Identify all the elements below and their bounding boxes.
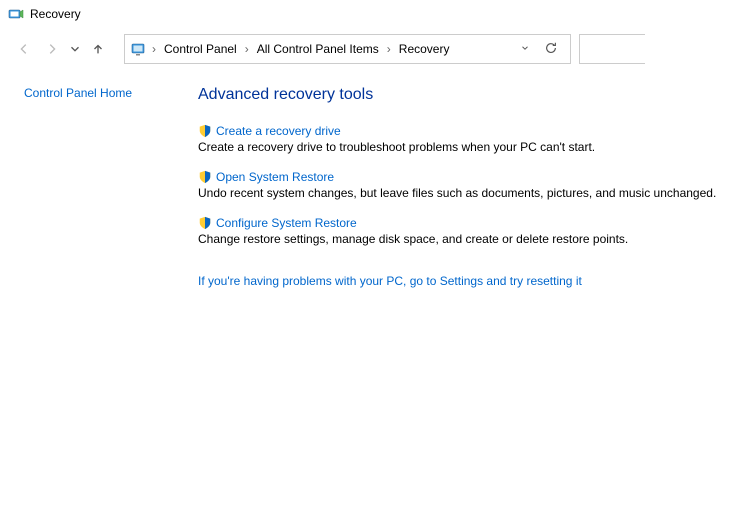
tool-description: Change restore settings, manage disk spa…	[198, 232, 730, 246]
forward-button[interactable]	[40, 37, 64, 61]
breadcrumb-item[interactable]: All Control Panel Items	[252, 40, 384, 58]
chevron-right-icon: ›	[151, 42, 157, 56]
reset-pc-link[interactable]: If you're having problems with your PC, …	[198, 274, 582, 288]
address-bar[interactable]: › Control Panel › All Control Panel Item…	[124, 34, 571, 64]
create-recovery-drive-link[interactable]: Create a recovery drive	[216, 124, 341, 138]
tool-item-open-system-restore: Open System Restore Undo recent system c…	[198, 170, 730, 200]
up-button[interactable]	[86, 37, 110, 61]
open-system-restore-link[interactable]: Open System Restore	[216, 170, 334, 184]
tool-item-create-recovery-drive: Create a recovery drive Create a recover…	[198, 124, 730, 154]
title-bar: Recovery	[0, 0, 750, 28]
chevron-right-icon: ›	[244, 42, 250, 56]
tool-description: Create a recovery drive to troubleshoot …	[198, 140, 730, 154]
recovery-icon	[8, 6, 24, 22]
window-title: Recovery	[30, 7, 81, 21]
chevron-right-icon: ›	[386, 42, 392, 56]
shield-icon	[198, 170, 212, 184]
content-area: Control Panel Home Advanced recovery too…	[0, 70, 750, 288]
tool-item-configure-system-restore: Configure System Restore Change restore …	[198, 216, 730, 246]
back-button[interactable]	[12, 37, 36, 61]
address-dropdown-button[interactable]	[516, 38, 534, 60]
control-panel-icon	[131, 41, 147, 57]
breadcrumb: Control Panel › All Control Panel Items …	[159, 40, 514, 58]
shield-icon	[198, 216, 212, 230]
search-input[interactable]	[579, 34, 645, 64]
side-panel: Control Panel Home	[0, 86, 198, 288]
recent-locations-button[interactable]	[68, 37, 82, 61]
breadcrumb-item[interactable]: Recovery	[394, 40, 455, 58]
shield-icon	[198, 124, 212, 138]
main-panel: Advanced recovery tools Create a recover…	[198, 86, 750, 288]
breadcrumb-item[interactable]: Control Panel	[159, 40, 242, 58]
section-title: Advanced recovery tools	[198, 86, 730, 104]
tool-description: Undo recent system changes, but leave fi…	[198, 186, 730, 200]
refresh-button[interactable]	[540, 37, 562, 62]
configure-system-restore-link[interactable]: Configure System Restore	[216, 216, 357, 230]
control-panel-home-link[interactable]: Control Panel Home	[24, 86, 132, 100]
nav-bar: › Control Panel › All Control Panel Item…	[0, 28, 750, 70]
